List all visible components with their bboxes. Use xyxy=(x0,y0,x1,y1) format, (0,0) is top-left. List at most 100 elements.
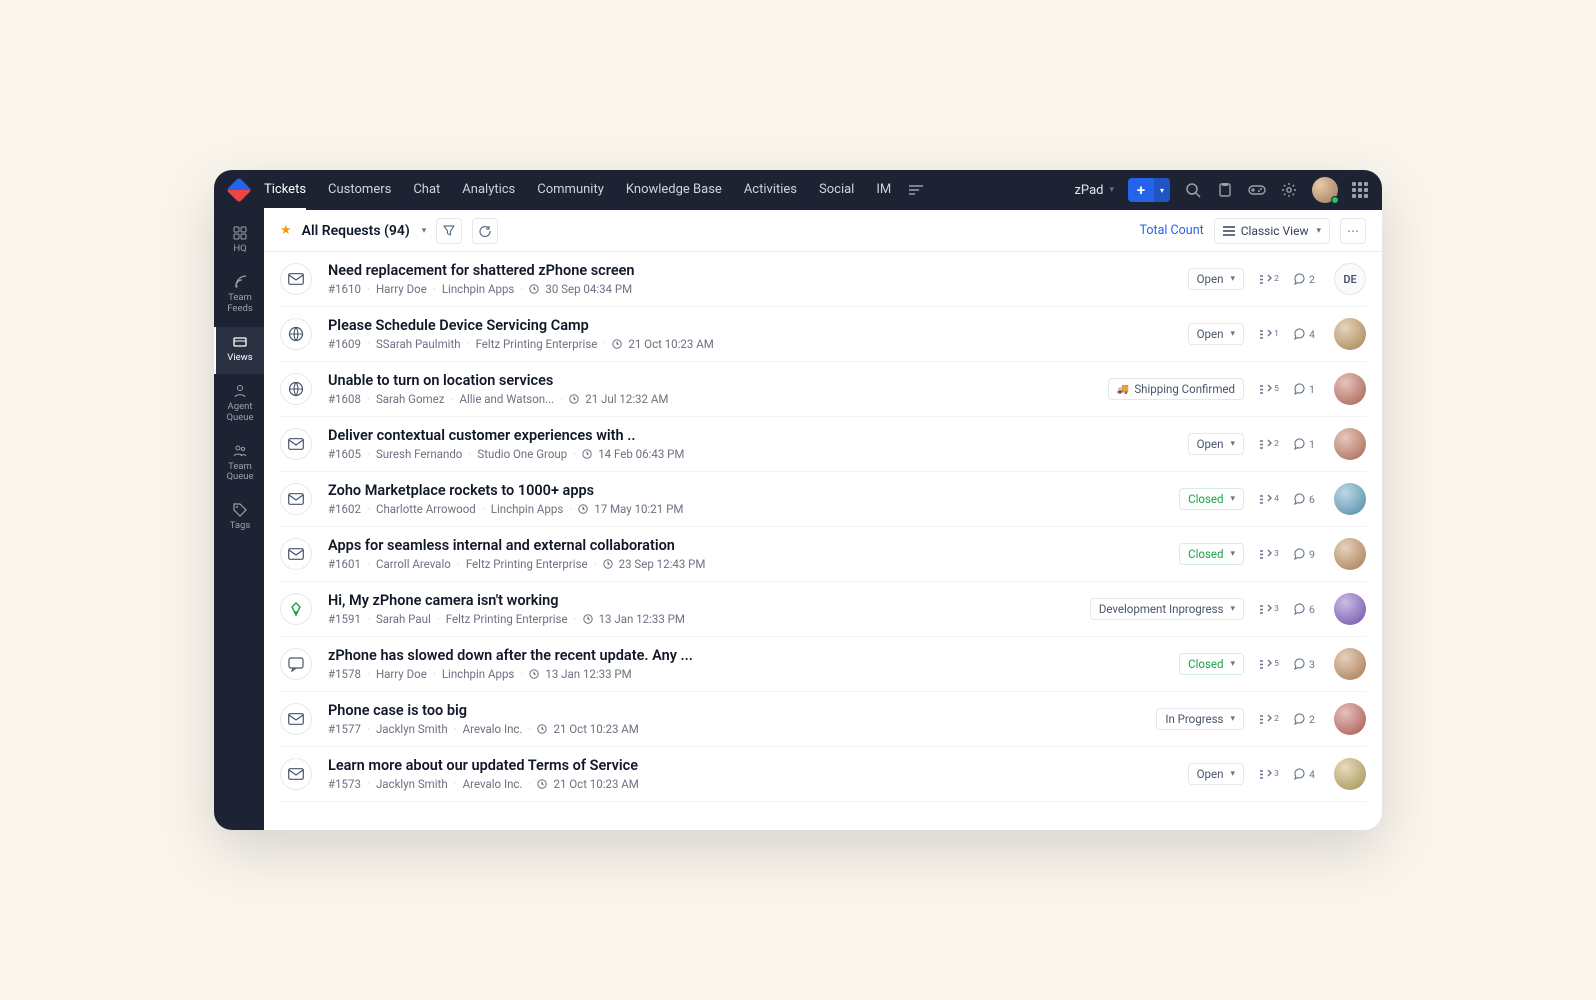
status-pill[interactable]: Closed▾ xyxy=(1179,543,1244,565)
priority-indicator[interactable]: 5 xyxy=(1260,659,1278,669)
ticket-list[interactable]: Need replacement for shattered zPhone sc… xyxy=(264,252,1382,830)
comments-count[interactable]: 4 xyxy=(1294,768,1318,781)
chevron-down-icon[interactable]: ▾ xyxy=(422,226,427,236)
view-title[interactable]: All Requests (94) xyxy=(302,223,410,239)
sidebar-item-team-queue[interactable]: TeamQueue xyxy=(214,436,264,494)
status-pill[interactable]: In Progress▾ xyxy=(1156,708,1244,730)
ticket-subject[interactable]: Zoho Marketplace rockets to 1000+ apps xyxy=(328,482,1163,499)
status-pill[interactable]: 🚚Shipping Confirmed xyxy=(1108,378,1244,400)
comments-count[interactable]: 3 xyxy=(1294,658,1318,671)
comments-count[interactable]: 1 xyxy=(1294,383,1318,396)
ticket-row[interactable]: Please Schedule Device Servicing Camp#16… xyxy=(280,307,1366,362)
ticket-subject[interactable]: Unable to turn on location services xyxy=(328,372,1092,389)
sidebar-item-views[interactable]: Views xyxy=(214,327,264,374)
topnav-item-chat[interactable]: Chat xyxy=(413,170,440,210)
gear-icon[interactable] xyxy=(1280,181,1298,199)
clipboard-icon[interactable] xyxy=(1216,181,1234,199)
assignee-avatar[interactable] xyxy=(1334,703,1366,735)
gamepad-icon[interactable] xyxy=(1248,181,1266,199)
ticket-subject[interactable]: Apps for seamless internal and external … xyxy=(328,537,1163,554)
assignee-avatar[interactable] xyxy=(1334,483,1366,515)
topnav-item-activities[interactable]: Activities xyxy=(744,170,797,210)
priority-indicator[interactable]: 2 xyxy=(1260,439,1278,449)
assignee-avatar[interactable]: DE xyxy=(1334,263,1366,295)
priority-indicator[interactable]: 5 xyxy=(1260,384,1278,394)
sidebar-item-agent-queue[interactable]: AgentQueue xyxy=(214,376,264,434)
logo[interactable] xyxy=(214,181,264,199)
status-pill[interactable]: Closed▾ xyxy=(1179,653,1244,675)
add-button[interactable]: + ▾ xyxy=(1128,178,1170,202)
assignee-avatar[interactable] xyxy=(1334,538,1366,570)
ticket-subject[interactable]: zPhone has slowed down after the recent … xyxy=(328,647,1163,664)
ticket-row[interactable]: Zoho Marketplace rockets to 1000+ apps#1… xyxy=(280,472,1366,527)
ticket-subject[interactable]: Please Schedule Device Servicing Camp xyxy=(328,317,1172,334)
ticket-row[interactable]: zPhone has slowed down after the recent … xyxy=(280,637,1366,692)
status-pill[interactable]: Open▾ xyxy=(1188,323,1244,345)
topnav-item-im[interactable]: IM xyxy=(876,170,891,210)
filter-button[interactable] xyxy=(436,218,462,244)
view-mode-picker[interactable]: Classic View ▾ xyxy=(1214,218,1330,244)
comments-count[interactable]: 6 xyxy=(1294,603,1318,616)
ticket-row[interactable]: Need replacement for shattered zPhone sc… xyxy=(280,252,1366,307)
chevron-down-icon[interactable]: ▾ xyxy=(1154,178,1170,202)
ticket-subject[interactable]: Phone case is too big xyxy=(328,702,1140,719)
assignee-avatar[interactable] xyxy=(1334,758,1366,790)
ticket-subject[interactable]: Deliver contextual customer experiences … xyxy=(328,427,1172,444)
assignee-avatar[interactable] xyxy=(1334,593,1366,625)
topnav-item-social[interactable]: Social xyxy=(819,170,854,210)
topnav-item-tickets[interactable]: Tickets xyxy=(264,170,306,210)
priority-indicator[interactable]: 3 xyxy=(1260,604,1278,614)
apps-launcher-icon[interactable] xyxy=(1352,182,1368,198)
ticket-row[interactable]: Learn more about our updated Terms of Se… xyxy=(280,747,1366,802)
topnav-item-knowledge-base[interactable]: Knowledge Base xyxy=(626,170,722,210)
sidebar-item-label: TeamQueue xyxy=(226,462,253,484)
ticket-subject[interactable]: Learn more about our updated Terms of Se… xyxy=(328,757,1172,774)
comments-count[interactable]: 1 xyxy=(1294,438,1318,451)
star-icon[interactable]: ★ xyxy=(280,223,292,238)
ticket-row[interactable]: Phone case is too big#1577·Jacklyn Smith… xyxy=(280,692,1366,747)
topnav-more-icon[interactable] xyxy=(909,185,923,195)
ticket-subject[interactable]: Hi, My zPhone camera isn't working xyxy=(328,592,1074,609)
sidebar-item-tags[interactable]: Tags xyxy=(214,495,264,542)
workspace-picker[interactable]: zPad ▾ xyxy=(1074,183,1114,198)
search-icon[interactable] xyxy=(1184,181,1202,199)
ticket-row[interactable]: Apps for seamless internal and external … xyxy=(280,527,1366,582)
sidebar-item-hq[interactable]: HQ xyxy=(214,218,264,265)
user-avatar[interactable] xyxy=(1312,177,1338,203)
priority-indicator[interactable]: 2 xyxy=(1260,274,1278,284)
comments-count[interactable]: 4 xyxy=(1294,328,1318,341)
comments-count[interactable]: 9 xyxy=(1294,548,1318,561)
assignee-avatar[interactable] xyxy=(1334,318,1366,350)
refresh-button[interactable] xyxy=(472,218,498,244)
comments-count[interactable]: 6 xyxy=(1294,493,1318,506)
topnav-item-customers[interactable]: Customers xyxy=(328,170,391,210)
status-pill[interactable]: Open▾ xyxy=(1188,763,1244,785)
ticket-id: #1605 xyxy=(328,447,361,461)
priority-indicator[interactable]: 3 xyxy=(1260,549,1278,559)
sidebar-item-team-feeds[interactable]: TeamFeeds xyxy=(214,267,264,325)
assignee-avatar[interactable] xyxy=(1334,373,1366,405)
priority-indicator[interactable]: 1 xyxy=(1260,329,1278,339)
comments-count[interactable]: 2 xyxy=(1294,273,1318,286)
ticket-subject[interactable]: Need replacement for shattered zPhone sc… xyxy=(328,262,1172,279)
status-pill[interactable]: Development Inprogress▾ xyxy=(1090,598,1244,620)
status-pill[interactable]: Open▾ xyxy=(1188,433,1244,455)
total-count-link[interactable]: Total Count xyxy=(1140,223,1204,238)
status-pill[interactable]: Closed▾ xyxy=(1179,488,1244,510)
priority-indicator[interactable]: 2 xyxy=(1260,714,1278,724)
topnav-item-analytics[interactable]: Analytics xyxy=(462,170,515,210)
topnav-item-community[interactable]: Community xyxy=(537,170,604,210)
priority-indicator[interactable]: 3 xyxy=(1260,769,1278,779)
ticket-row[interactable]: Hi, My zPhone camera isn't working#1591·… xyxy=(280,582,1366,637)
assignee-avatar[interactable] xyxy=(1334,648,1366,680)
priority-value: 2 xyxy=(1274,274,1279,284)
priority-indicator[interactable]: 4 xyxy=(1260,494,1278,504)
ticket-account: Studio One Group xyxy=(477,447,567,461)
ticket-row[interactable]: Deliver contextual customer experiences … xyxy=(280,417,1366,472)
more-button[interactable]: ⋯ xyxy=(1340,218,1366,244)
status-pill[interactable]: Open▾ xyxy=(1188,268,1244,290)
assignee-avatar[interactable] xyxy=(1334,428,1366,460)
comments-count[interactable]: 2 xyxy=(1294,713,1318,726)
ticket-row[interactable]: Unable to turn on location services#1608… xyxy=(280,362,1366,417)
comments-value: 3 xyxy=(1309,658,1315,671)
